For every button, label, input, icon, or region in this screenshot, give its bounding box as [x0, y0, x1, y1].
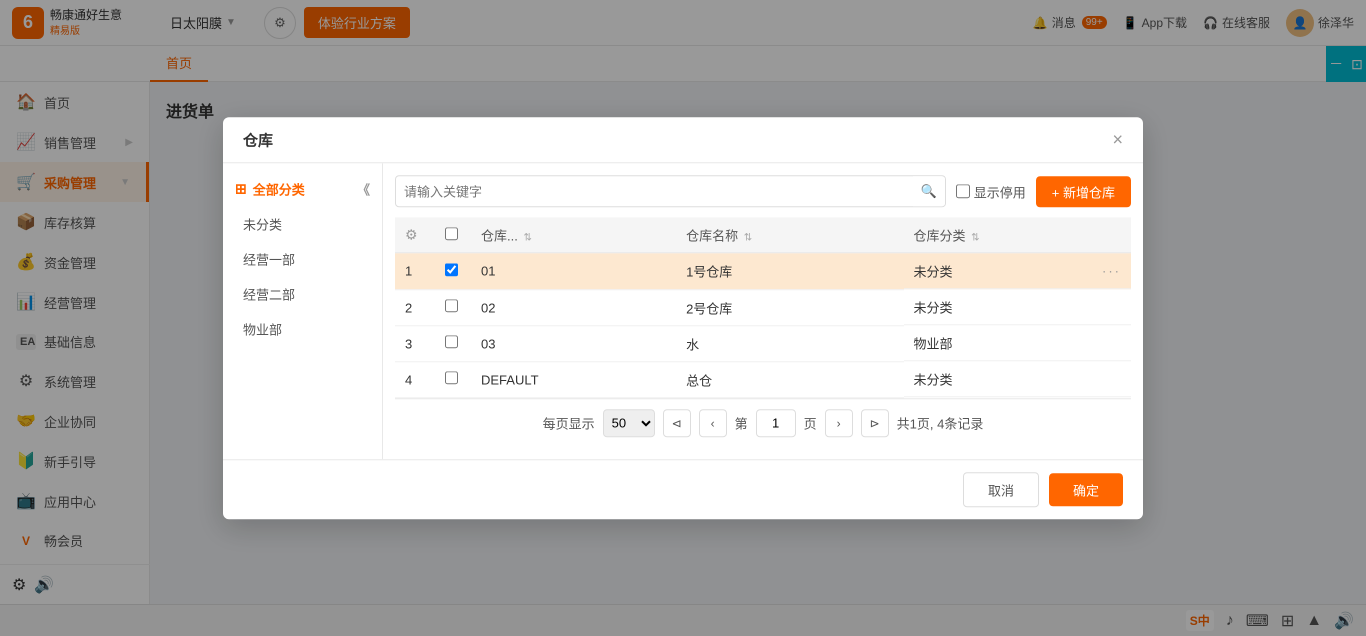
search-wrapper: 🔍: [395, 175, 946, 207]
toolbar: 🔍 显示停用 + 新增仓库: [395, 175, 1131, 207]
table-row[interactable]: 3 03 水 物业部: [395, 325, 1131, 361]
table-header: ⚙ 仓库... ⇅ 仓库名称 ⇅ 仓库分类: [395, 217, 1131, 253]
show-disabled-label: 显示停用: [974, 182, 1026, 201]
row-checkbox-cell[interactable]: [435, 361, 471, 397]
row-checkbox[interactable]: [445, 263, 458, 276]
category-item-dept2[interactable]: 经营二部: [223, 276, 382, 311]
add-warehouse-button[interactable]: + 新增仓库: [1036, 176, 1131, 207]
row-num: 2: [395, 289, 435, 325]
modal-footer: 取消 确定: [223, 459, 1143, 519]
row-num: 1: [395, 253, 435, 290]
row-num: 3: [395, 325, 435, 361]
row-category: 未分类: [904, 289, 1131, 325]
next-page-button[interactable]: ›: [825, 409, 853, 437]
category-item-unclassified[interactable]: 未分类: [223, 206, 382, 241]
total-info: 共1页, 4条记录: [897, 413, 984, 432]
category-item-dept1[interactable]: 经营一部: [223, 241, 382, 276]
cancel-button[interactable]: 取消: [963, 472, 1039, 507]
warehouse-modal: 仓库 × ⊞ 全部分类 《 未分类 经营一部 经营二部 物业部: [223, 117, 1143, 519]
show-disabled-checkbox[interactable]: [956, 184, 970, 198]
grid-icon: ⊞: [235, 180, 247, 197]
row-code: 02: [471, 289, 676, 325]
row-code: DEFAULT: [471, 361, 676, 397]
search-button[interactable]: 🔍: [913, 175, 945, 207]
col-gear-icon: ⚙: [405, 226, 418, 242]
row-name: 1号仓库: [676, 253, 903, 290]
warehouse-table: ⚙ 仓库... ⇅ 仓库名称 ⇅ 仓库分类: [395, 217, 1131, 398]
prev-page-button[interactable]: ‹: [699, 409, 727, 437]
col-category: 仓库分类 ⇅: [904, 217, 1131, 253]
category-panel: ⊞ 全部分类 《 未分类 经营一部 经营二部 物业部: [223, 163, 383, 459]
row-name: 水: [676, 325, 903, 361]
all-category-label[interactable]: 全部分类: [253, 179, 305, 198]
first-page-button[interactable]: ⊲: [663, 409, 691, 437]
last-page-button[interactable]: ⊳: [861, 409, 889, 437]
row-code: 03: [471, 325, 676, 361]
page-number-input[interactable]: [756, 409, 796, 437]
row-category: 物业部: [904, 325, 1131, 361]
col-settings: ⚙: [395, 217, 435, 253]
page-unit: 页: [804, 413, 817, 432]
confirm-button[interactable]: 确定: [1049, 473, 1123, 506]
row-checkbox[interactable]: [445, 335, 458, 348]
row-code: 01: [471, 253, 676, 290]
sort-icon-name: ⇅: [744, 232, 752, 243]
page-label: 第: [735, 413, 748, 432]
sort-icon-cat: ⇅: [971, 232, 979, 243]
show-disabled-toggle[interactable]: 显示停用: [956, 182, 1026, 201]
warehouse-list-panel: 🔍 显示停用 + 新增仓库 ⚙ 仓库...: [383, 163, 1143, 459]
table-row[interactable]: 1 01 1号仓库 未分类···: [395, 253, 1131, 290]
table-row[interactable]: 4 DEFAULT 总仓 未分类: [395, 361, 1131, 397]
row-num: 4: [395, 361, 435, 397]
pagination: 每页显示 10 20 50 100 ⊲ ‹ 第 页 › ⊳ 共1页, 4条记录: [395, 398, 1131, 447]
row-checkbox[interactable]: [445, 299, 458, 312]
search-input[interactable]: [396, 184, 913, 199]
page-size-label: 每页显示: [543, 413, 595, 432]
table-container: ⚙ 仓库... ⇅ 仓库名称 ⇅ 仓库分类: [395, 217, 1131, 398]
row-checkbox-cell[interactable]: [435, 289, 471, 325]
row-name: 2号仓库: [676, 289, 903, 325]
sort-icon: ⇅: [523, 232, 531, 243]
table-row[interactable]: 2 02 2号仓库 未分类: [395, 289, 1131, 325]
col-code: 仓库... ⇅: [471, 217, 676, 253]
table-body: 1 01 1号仓库 未分类··· 2 02 2号仓库 未分类 3 03 水 物业…: [395, 253, 1131, 398]
page-size-select[interactable]: 10 20 50 100: [603, 409, 655, 437]
col-checkbox: [435, 217, 471, 253]
row-checkbox[interactable]: [445, 371, 458, 384]
category-item-property[interactable]: 物业部: [223, 311, 382, 346]
select-all-checkbox[interactable]: [445, 227, 458, 240]
row-checkbox-cell[interactable]: [435, 325, 471, 361]
row-category: 未分类···: [904, 253, 1131, 289]
modal-title: 仓库: [243, 129, 273, 150]
row-category: 未分类: [904, 361, 1131, 397]
category-header: ⊞ 全部分类 《: [223, 171, 382, 206]
modal-body: ⊞ 全部分类 《 未分类 经营一部 经营二部 物业部 🔍: [223, 163, 1143, 459]
collapse-button[interactable]: 《: [357, 179, 370, 198]
modal-close-button[interactable]: ×: [1112, 129, 1123, 150]
row-name: 总仓: [676, 361, 903, 397]
modal-header: 仓库 ×: [223, 117, 1143, 163]
col-name: 仓库名称 ⇅: [676, 217, 903, 253]
row-checkbox-cell[interactable]: [435, 253, 471, 290]
row-actions[interactable]: ···: [1102, 263, 1121, 278]
